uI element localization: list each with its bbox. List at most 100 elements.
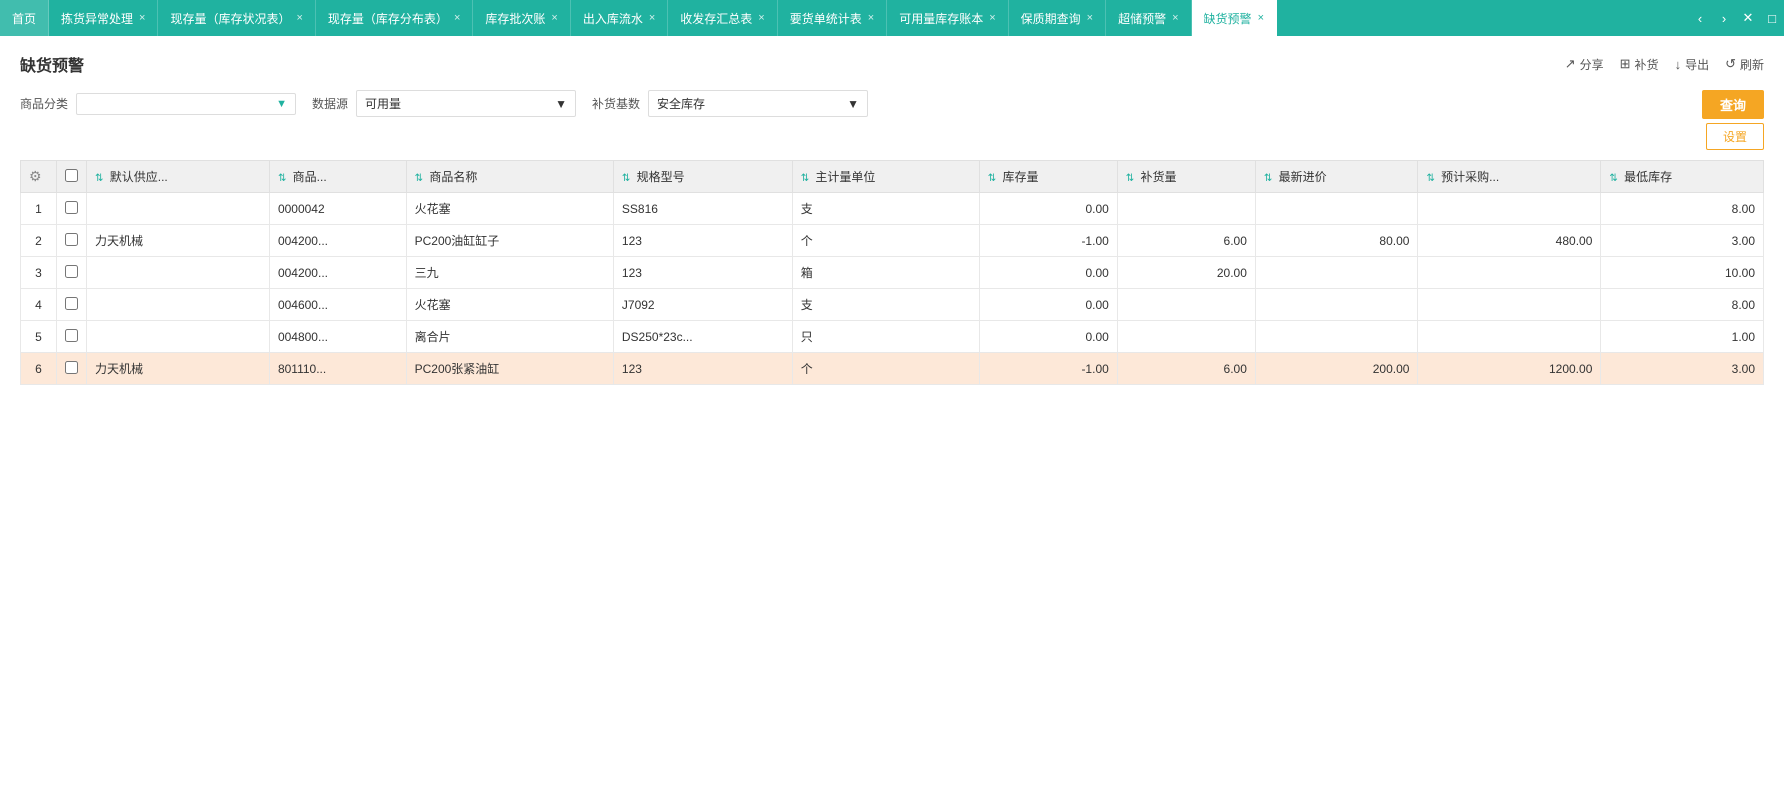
close-tab-batch[interactable]: × [551,12,557,24]
table-settings-gear-icon[interactable]: ⚙ [29,168,42,184]
tab-demand-stat[interactable]: 要货单统计表 × [778,0,887,36]
th-est-purchase[interactable]: ⇅ 预计采购... [1418,161,1601,193]
row-checkbox-cell[interactable] [57,321,87,353]
th-latest-price[interactable]: ⇅ 最新进价 [1255,161,1418,193]
refresh-icon: ↺ [1725,56,1736,72]
export-icon: ↓ [1675,57,1682,72]
tab-prev-btn[interactable]: ‹ [1688,0,1712,36]
row-checkbox-cell[interactable] [57,225,87,257]
datasource-arrow-icon: ▼ [555,97,567,111]
tab-batch[interactable]: 库存批次账 × [473,0,570,36]
row-supplier-cell [87,321,270,353]
tab-available-ledger[interactable]: 可用量库存账本 × [887,0,1008,36]
row-checkbox-cell[interactable] [57,257,87,289]
row-num-cell: 1 [21,193,57,225]
close-tab-expiry[interactable]: × [1087,12,1093,24]
th-min-stock[interactable]: ⇅ 最低库存 [1601,161,1764,193]
th-unit[interactable]: ⇅ 主计量单位 [792,161,979,193]
row-product-name-cell: 三九 [406,257,613,289]
select-all-checkbox[interactable] [65,169,78,182]
close-tab-shortage[interactable]: × [1258,12,1264,24]
replenish-action[interactable]: ⊞ 补货 [1620,56,1659,73]
row-product-name-cell: 火花塞 [406,193,613,225]
tab-next-btn[interactable]: › [1712,0,1736,36]
close-tab-overstock[interactable]: × [1172,12,1178,24]
share-action[interactable]: ↗ 分享 [1565,56,1604,73]
close-tab-available-ledger[interactable]: × [989,12,995,24]
row-checkbox[interactable] [65,329,78,342]
th-product-name[interactable]: ⇅ 商品名称 [406,161,613,193]
close-window-btn[interactable]: ✕ [1736,0,1760,36]
replenish-base-filter-label: 补货基数 [592,95,640,112]
row-num-cell: 2 [21,225,57,257]
row-min-stock-cell: 8.00 [1601,289,1764,321]
tab-expiry[interactable]: 保质期查询 × [1009,0,1106,36]
row-min-stock-cell: 10.00 [1601,257,1764,289]
th-product-code[interactable]: ⇅ 商品... [269,161,406,193]
replenish-base-select[interactable]: 安全库存 ▼ [648,90,868,117]
table-row: 2 力天机械 004200... PC200油缸缸子 123 个 -1.00 6… [21,225,1764,257]
close-tab-receive-summary[interactable]: × [758,12,764,24]
row-latest-price-cell: 80.00 [1255,225,1418,257]
datasource-select[interactable]: 可用量 ▼ [356,90,576,117]
row-latest-price-cell [1255,321,1418,353]
page-title: 缺货预警 [20,52,84,76]
row-checkbox[interactable] [65,201,78,214]
tab-inventory-dist[interactable]: 现存量（库存分布表） × [316,0,473,36]
row-supplier-cell: 力天机械 [87,225,270,257]
th-replenish-qty[interactable]: ⇅ 补货量 [1117,161,1255,193]
row-checkbox[interactable] [65,233,78,246]
row-replenish-qty-cell [1117,193,1255,225]
stock-sort-icon: ⇅ [988,173,996,184]
row-unit-cell: 支 [792,289,979,321]
th-stock[interactable]: ⇅ 库存量 [979,161,1117,193]
close-tab-inout-flow[interactable]: × [649,12,655,24]
tab-overstock[interactable]: 超储预警 × [1106,0,1191,36]
row-est-purchase-cell [1418,193,1601,225]
tab-shortage[interactable]: 缺货预警 × [1192,0,1277,36]
tab-inventory-status[interactable]: 现存量（库存状况表） × [158,0,315,36]
row-checkbox-cell[interactable] [57,193,87,225]
close-tab-exception[interactable]: × [139,12,145,24]
row-stock-cell: 0.00 [979,257,1117,289]
maximize-btn[interactable]: □ [1760,0,1784,36]
row-product-name-cell: PC200张紧油缸 [406,353,613,385]
replenish-icon: ⊞ [1620,56,1631,72]
settings-button[interactable]: 设置 [1706,123,1764,150]
tab-exception[interactable]: 拣货异常处理 × [49,0,158,36]
row-spec-cell: 123 [613,353,792,385]
replenish-qty-sort-icon: ⇅ [1126,173,1134,184]
row-min-stock-cell: 3.00 [1601,353,1764,385]
tab-home[interactable]: 首页 [0,0,49,36]
row-product-name-cell: 火花塞 [406,289,613,321]
spec-sort-icon: ⇅ [622,173,630,184]
row-checkbox[interactable] [65,361,78,374]
th-settings[interactable]: ⚙ [21,161,57,193]
row-checkbox[interactable] [65,297,78,310]
row-min-stock-cell: 8.00 [1601,193,1764,225]
row-unit-cell: 箱 [792,257,979,289]
th-spec[interactable]: ⇅ 规格型号 [613,161,792,193]
query-button[interactable]: 查询 [1702,90,1764,119]
page-content: 缺货预警 ↗ 分享 ⊞ 补货 ↓ 导出 ↺ 刷新 商品分类 [0,36,1784,796]
row-num-cell: 6 [21,353,57,385]
close-tab-inventory-dist[interactable]: × [454,12,460,24]
close-tab-inventory-status[interactable]: × [296,12,302,24]
table-row: 1 0000042 火花塞 SS816 支 0.00 8.00 [21,193,1764,225]
category-select[interactable]: ▼ [76,93,296,115]
row-product-code-cell: 004600... [269,289,406,321]
row-checkbox-cell[interactable] [57,353,87,385]
refresh-action[interactable]: ↺ 刷新 [1725,56,1764,73]
tab-inout-flow[interactable]: 出入库流水 × [571,0,668,36]
row-checkbox[interactable] [65,265,78,278]
row-min-stock-cell: 1.00 [1601,321,1764,353]
table-row: 5 004800... 离合片 DS250*23c... 只 0.00 1.00 [21,321,1764,353]
est-purchase-sort-icon: ⇅ [1426,173,1434,184]
th-supplier[interactable]: ⇅ 默认供应... [87,161,270,193]
tab-receive-summary[interactable]: 收发存汇总表 × [668,0,777,36]
row-checkbox-cell[interactable] [57,289,87,321]
row-replenish-qty-cell [1117,321,1255,353]
header-actions: ↗ 分享 ⊞ 补货 ↓ 导出 ↺ 刷新 [1565,56,1764,73]
close-tab-demand-stat[interactable]: × [868,12,874,24]
export-action[interactable]: ↓ 导出 [1675,56,1710,73]
